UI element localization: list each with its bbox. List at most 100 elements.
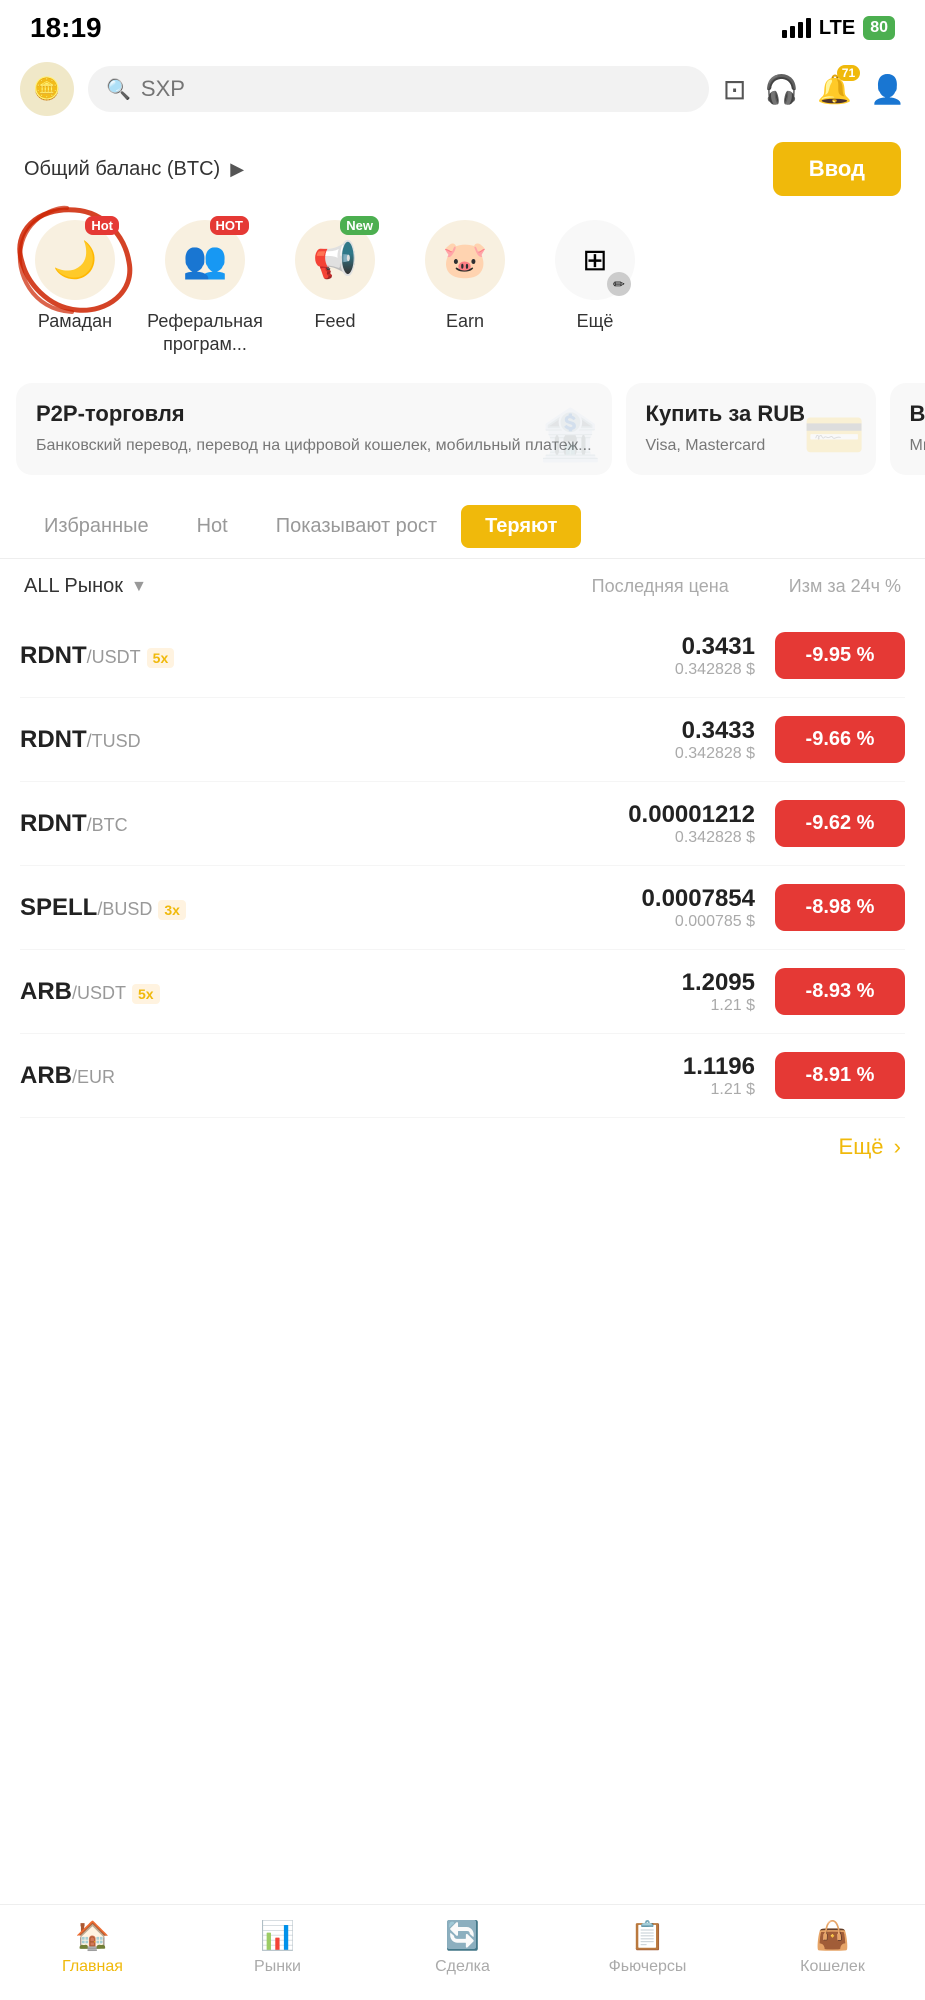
promo-p2p-icon: 🏦 xyxy=(539,406,601,465)
quick-action-ramadan[interactable]: 🌙 Hot Рамадан xyxy=(10,220,140,333)
earn-label: Earn xyxy=(446,310,484,333)
market-row-arb-usdt[interactable]: ARB/USDT5x 1.2095 1.21 $ -8.93 % xyxy=(20,950,905,1034)
nav-wallet[interactable]: 👜 Кошелек xyxy=(793,1919,873,1976)
fullscreen-icon[interactable]: ⊡ xyxy=(723,73,746,106)
avatar[interactable]: 🪙 xyxy=(20,62,74,116)
referral-badge: HOT xyxy=(210,216,249,235)
coin-price-spell-busd: 0.0007854 0.000785 $ xyxy=(186,885,775,931)
market-selector-label: ALL Рынок xyxy=(24,575,123,598)
status-bar: 18:19 LTE 80 xyxy=(0,0,925,52)
change-badge-rdnt-btc: -9.62 % xyxy=(775,800,905,847)
markets-icon: 📊 xyxy=(260,1919,295,1952)
coin-info-rdnt-btc: RDNT/BTC xyxy=(20,810,128,838)
market-col-headers: Последняя цена Изм за 24ч % xyxy=(592,576,901,597)
status-time: 18:19 xyxy=(30,12,102,44)
nav-markets[interactable]: 📊 Рынки xyxy=(238,1919,318,1976)
earn-icon: 🐷 xyxy=(443,239,488,281)
promo-depositrub-title: Внести RUB xyxy=(910,401,925,427)
support-icon[interactable]: 🎧 xyxy=(764,73,799,106)
coin-price-arb-usdt: 1.2095 1.21 $ xyxy=(160,969,775,1015)
balance-label[interactable]: Общий баланс (BTC) ▶ xyxy=(24,158,244,181)
coin-price-rdnt-btc: 0.00001212 0.342828 $ xyxy=(128,801,775,847)
notification-icon[interactable]: 🔔 71 xyxy=(817,73,852,106)
lte-label: LTE xyxy=(819,17,855,40)
market-row-arb-eur[interactable]: ARB/EUR 1.1196 1.21 $ -8.91 % xyxy=(20,1034,905,1118)
feed-label: Feed xyxy=(314,310,355,333)
col-price: Последняя цена xyxy=(592,576,729,597)
coin-price-arb-eur: 1.1196 1.21 $ xyxy=(115,1053,775,1099)
ramadan-icon: 🌙 xyxy=(53,239,98,281)
market-row-rdnt-usdt[interactable]: RDNT/USDT5x 0.3431 0.342828 $ -9.95 % xyxy=(20,614,905,698)
change-badge-arb-usdt: -8.93 % xyxy=(775,968,905,1015)
earn-icon-wrap: 🐷 xyxy=(425,220,505,300)
nav-futures[interactable]: 📋 Фьючерсы xyxy=(608,1919,688,1976)
feed-icon-wrap: 📢 New xyxy=(295,220,375,300)
wallet-icon: 👜 xyxy=(815,1919,850,1952)
signal-icon xyxy=(782,18,811,38)
change-badge-arb-eur: -8.91 % xyxy=(775,1052,905,1099)
market-filter: ALL Рынок ▼ Последняя цена Изм за 24ч % xyxy=(0,559,925,614)
promo-p2p-desc: Банковский перевод, перевод на цифровой … xyxy=(36,435,592,457)
balance-arrow-icon: ▶ xyxy=(230,159,244,180)
feed-badge: New xyxy=(340,216,379,235)
coin-info-rdnt-usdt: RDNT/USDT5x xyxy=(20,642,174,670)
search-bar[interactable]: 🔍 xyxy=(88,66,709,112)
nav-home-label: Главная xyxy=(62,1958,123,1976)
quick-action-earn[interactable]: 🐷 Earn xyxy=(400,220,530,333)
coin-info-spell-busd: SPELL/BUSD3x xyxy=(20,894,186,922)
tab-hot[interactable]: Hot xyxy=(173,505,252,548)
search-input[interactable] xyxy=(141,76,691,102)
ramadan-label: Рамадан xyxy=(38,310,112,333)
tab-favorites[interactable]: Избранные xyxy=(20,505,173,548)
market-row-rdnt-tusd[interactable]: RDNT/TUSD 0.3433 0.342828 $ -9.66 % xyxy=(20,698,905,782)
promo-card-depositrub[interactable]: Внести RUB Множество вариантов оплаты ₽ xyxy=(890,383,925,475)
quick-action-feed[interactable]: 📢 New Feed xyxy=(270,220,400,333)
tab-rising[interactable]: Показывают рост xyxy=(252,505,461,548)
promo-card-p2p[interactable]: P2P-торговля Банковский перевод, перевод… xyxy=(16,383,612,475)
more-arrow-icon: › xyxy=(894,1134,901,1159)
coin-price-rdnt-usdt: 0.3431 0.342828 $ xyxy=(174,633,775,679)
quick-action-more[interactable]: ⊞ ✏ Ещё xyxy=(530,220,660,333)
deposit-button[interactable]: Ввод xyxy=(773,142,901,196)
referral-icon-wrap: 👥 HOT xyxy=(165,220,245,300)
nav-home[interactable]: 🏠 Главная xyxy=(53,1919,133,1976)
tab-falling[interactable]: Теряют xyxy=(461,505,581,548)
search-icon: 🔍 xyxy=(106,77,131,102)
ramadan-badge: Hot xyxy=(85,216,119,235)
more-label: Ещё xyxy=(577,310,614,333)
profile-icon[interactable]: 👤 xyxy=(870,73,905,106)
coin-price-rdnt-tusd: 0.3433 0.342828 $ xyxy=(141,717,775,763)
promo-cards: P2P-торговля Банковский перевод, перевод… xyxy=(0,373,925,485)
market-selector-arrow-icon: ▼ xyxy=(131,578,147,596)
header: 🪙 🔍 ⊡ 🎧 🔔 71 👤 xyxy=(0,52,925,126)
promo-buyrub-icon: 💳 xyxy=(803,406,865,465)
coin-info-rdnt-tusd: RDNT/TUSD xyxy=(20,726,141,754)
promo-card-buyrub[interactable]: Купить за RUB Visa, Mastercard 💳 xyxy=(626,383,876,475)
balance-section: Общий баланс (BTC) ▶ Ввод xyxy=(0,126,925,204)
change-badge-rdnt-usdt: -9.95 % xyxy=(775,632,905,679)
market-list: RDNT/USDT5x 0.3431 0.342828 $ -9.95 % RD… xyxy=(0,614,925,1118)
header-icons: ⊡ 🎧 🔔 71 👤 xyxy=(723,73,905,106)
coin-info-arb-usdt: ARB/USDT5x xyxy=(20,978,160,1006)
nav-trade-label: Сделка xyxy=(435,1958,490,1976)
market-row-spell-busd[interactable]: SPELL/BUSD3x 0.0007854 0.000785 $ -8.98 … xyxy=(20,866,905,950)
nav-markets-label: Рынки xyxy=(254,1958,301,1976)
promo-depositrub-desc: Множество вариантов оплаты xyxy=(910,435,925,457)
nav-trade[interactable]: 🔄 Сделка xyxy=(423,1919,503,1976)
more-link[interactable]: Ещё › xyxy=(0,1118,925,1176)
market-row-rdnt-btc[interactable]: RDNT/BTC 0.00001212 0.342828 $ -9.62 % xyxy=(20,782,905,866)
bottom-nav: 🏠 Главная 📊 Рынки 🔄 Сделка 📋 Фьючерсы 👜 … xyxy=(0,1904,925,2000)
quick-action-referral[interactable]: 👥 HOT Реферальная програм... xyxy=(140,220,270,357)
more-grid-icon: ⊞ xyxy=(582,243,607,278)
battery-badge: 80 xyxy=(863,16,895,40)
referral-label: Реферальная програм... xyxy=(145,310,265,357)
notif-badge: 71 xyxy=(837,65,860,81)
edit-icon: ✏ xyxy=(607,272,631,296)
change-badge-spell-busd: -8.98 % xyxy=(775,884,905,931)
trade-icon: 🔄 xyxy=(445,1919,480,1952)
nav-wallet-label: Кошелек xyxy=(800,1958,865,1976)
coin-info-arb-eur: ARB/EUR xyxy=(20,1062,115,1090)
market-selector[interactable]: ALL Рынок ▼ xyxy=(24,575,147,598)
change-badge-rdnt-tusd: -9.66 % xyxy=(775,716,905,763)
more-icon-wrap: ⊞ ✏ xyxy=(555,220,635,300)
